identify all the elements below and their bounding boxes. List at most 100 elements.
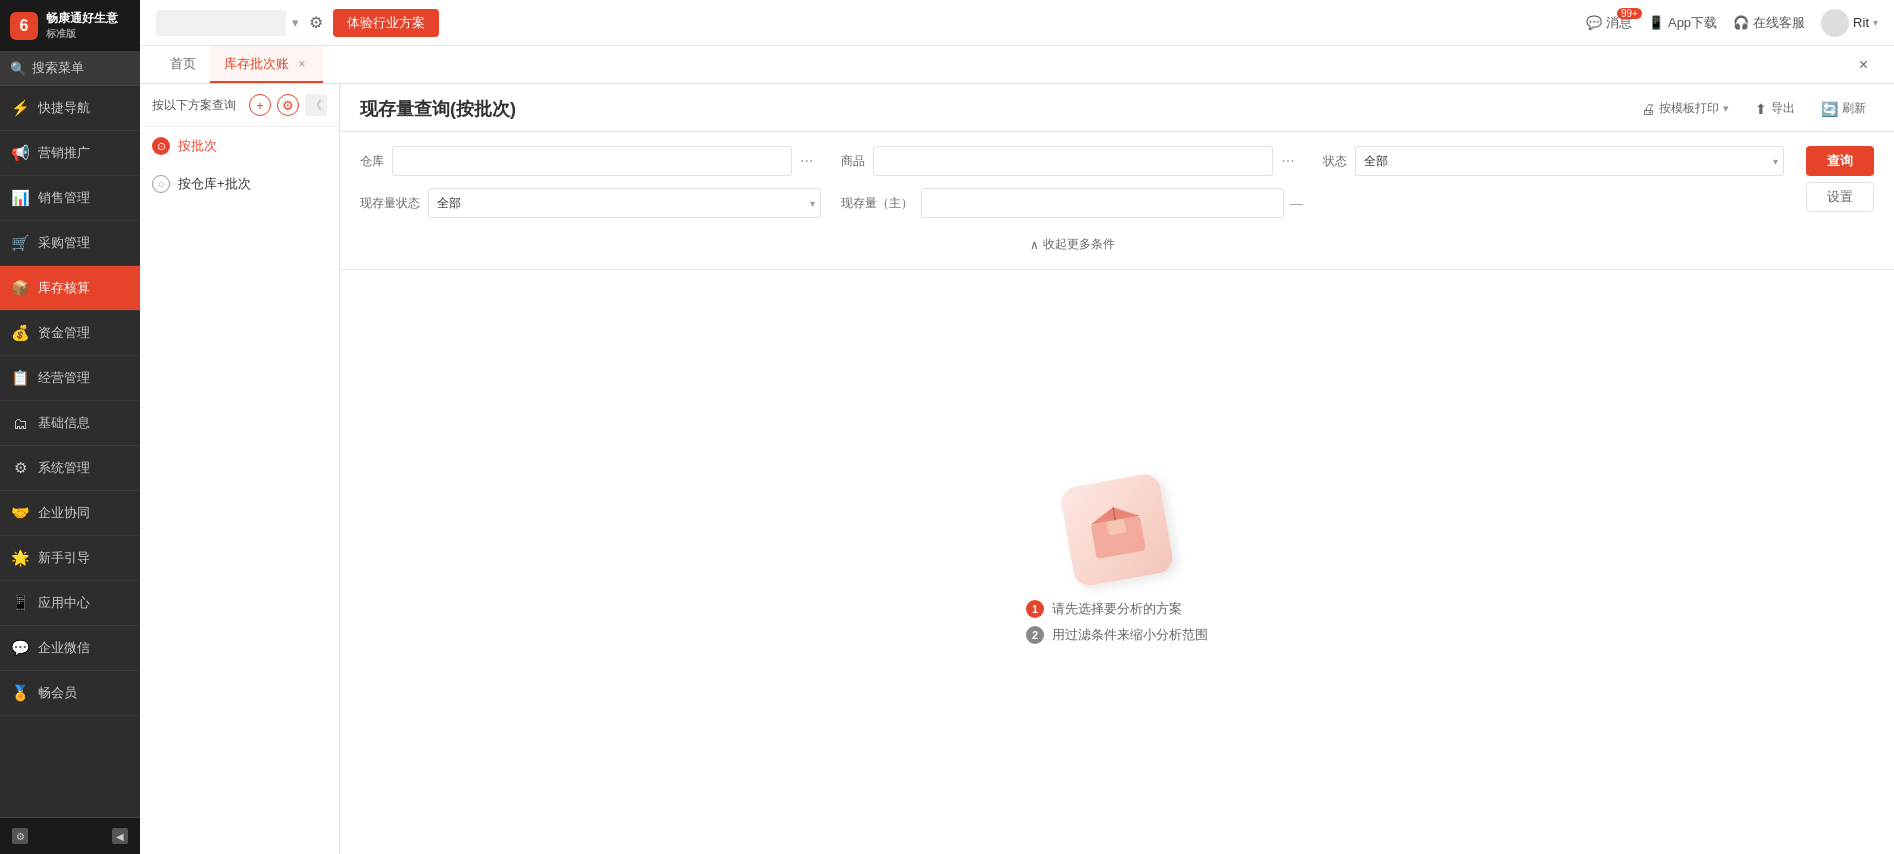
right-panel: 现存量查询(按批次) 🖨 按模板打印 ▾ ⬆ 导出 🔄 刷新 (340, 84, 1894, 854)
marketing-icon: 📢 (10, 143, 30, 163)
product-label: 商品 (841, 153, 865, 170)
sidebar-item-sales[interactable]: 📊 销售管理 (0, 176, 140, 221)
empty-tips: 1 请先选择要分析的方案 2 用过滤条件来缩小分析范围 (1026, 600, 1208, 644)
sidebar-item-label: 企业协同 (38, 504, 90, 522)
filter-area: 仓库 ··· 商品 ··· (340, 132, 1894, 270)
sidebar-item-member[interactable]: 🏅 畅会员 (0, 671, 140, 716)
sidebar-item-basic[interactable]: 🗂 基础信息 (0, 401, 140, 446)
app-download-action[interactable]: 📱 App下载 (1648, 14, 1717, 32)
set-button[interactable]: 设置 (1806, 182, 1874, 212)
inventory-qty-label: 现存量（主） (841, 195, 913, 212)
scheme-item-warehouse-batch[interactable]: ○ 按仓库+批次 (140, 165, 339, 203)
sidebar-item-label: 经营管理 (38, 369, 90, 387)
appcenter-icon: 📱 (10, 593, 30, 613)
scheme-settings-button[interactable]: ⚙ (277, 94, 299, 116)
topbar-search-input[interactable] (156, 10, 286, 36)
product-input[interactable] (873, 146, 1273, 176)
query-button[interactable]: 查询 (1806, 146, 1874, 176)
scroll-down-btn[interactable]: ◀ (112, 828, 128, 844)
refresh-button[interactable]: 🔄 刷新 (1813, 96, 1874, 121)
sidebar-item-label: 快捷导航 (38, 99, 90, 117)
sidebar-header: 6 畅康通好生意 标准版 (0, 0, 140, 51)
left-panel-actions: + ⚙ 《 (249, 94, 327, 116)
print-button[interactable]: 🖨 按模板打印 ▾ (1633, 96, 1737, 121)
add-scheme-button[interactable]: + (249, 94, 271, 116)
tab-close-icon[interactable]: × (295, 57, 309, 71)
print-icon: 🖨 (1641, 101, 1655, 117)
sidebar-item-wechat[interactable]: 💬 企业微信 (0, 626, 140, 671)
sidebar-item-inventory[interactable]: 📦 库存核算 (0, 266, 140, 311)
panel-collapse-button[interactable]: 《 (305, 94, 327, 116)
filter-collapse-row[interactable]: ∧ 收起更多条件 (360, 230, 1784, 255)
tip-1-text: 请先选择要分析的方案 (1052, 600, 1182, 618)
filter-buttons: 查询 设置 (1806, 146, 1874, 212)
topbar-dropdown-icon[interactable]: ▾ (292, 15, 299, 30)
purchase-icon: 🛒 (10, 233, 30, 253)
online-service-action[interactable]: 🎧 在线客服 (1733, 14, 1805, 32)
scheme-label-batch: 按批次 (178, 137, 217, 155)
trial-industry-button[interactable]: 体验行业方案 (333, 9, 439, 37)
status-field: 状态 全部 正常 停用 ▾ (1323, 146, 1784, 176)
filter-row-1: 仓库 ··· 商品 ··· (360, 146, 1784, 176)
left-panel-header: 按以下方案查询 + ⚙ 《 (140, 84, 339, 127)
user-dropdown-icon: ▾ (1873, 17, 1878, 28)
sidebar-item-operation[interactable]: 📋 经营管理 (0, 356, 140, 401)
message-icon: 💬 (1586, 15, 1602, 30)
sidebar-search-menu[interactable]: 🔍 搜索菜单 (0, 51, 140, 86)
page-title: 现存量查询(按批次) (360, 97, 516, 131)
topbar-actions: 💬 消息 99+ 📱 App下载 🎧 在线客服 Rit ▾ (1586, 9, 1878, 37)
inventory-status-label: 现存量状态 (360, 195, 420, 212)
print-dropdown-icon[interactable]: ▾ (1723, 102, 1729, 115)
warehouse-input[interactable] (392, 146, 792, 176)
sidebar-item-label: 库存核算 (38, 279, 90, 297)
topbar-search-area: ▾ (156, 10, 299, 36)
sidebar-item-label: 新手引导 (38, 549, 90, 567)
product-dots[interactable]: ··· (1273, 152, 1302, 170)
sidebar-item-newbie[interactable]: 🌟 新手引导 (0, 536, 140, 581)
range-dash: — (1290, 196, 1303, 211)
system-icon: ⚙ (10, 458, 30, 478)
sidebar-item-system[interactable]: ⚙ 系统管理 (0, 446, 140, 491)
export-button[interactable]: ⬆ 导出 (1747, 96, 1803, 121)
warehouse-dots[interactable]: ··· (792, 152, 821, 170)
sidebar-item-enterprise[interactable]: 🤝 企业协同 (0, 491, 140, 536)
inventory-qty-range: — (921, 188, 1302, 218)
tab-home[interactable]: 首页 (156, 46, 210, 83)
inventory-qty-start[interactable] (921, 188, 1283, 218)
finance-icon: 💰 (10, 323, 30, 343)
sidebar-item-label: 企业微信 (38, 639, 90, 657)
sidebar-item-quicknav[interactable]: ⚡ 快捷导航 (0, 86, 140, 131)
status-select[interactable]: 全部 正常 停用 (1355, 146, 1784, 176)
messages-action[interactable]: 💬 消息 99+ (1586, 14, 1632, 32)
page-close-button[interactable]: × (1849, 56, 1878, 74)
sales-icon: 📊 (10, 188, 30, 208)
tip-num-2: 2 (1026, 626, 1044, 644)
left-panel: 按以下方案查询 + ⚙ 《 ⊙ 按批次 ○ 按仓库+批次 (140, 84, 340, 854)
sidebar-item-finance[interactable]: 💰 资金管理 (0, 311, 140, 356)
app-title-area: 畅康通好生意 标准版 (46, 10, 118, 41)
empty-state: 1 请先选择要分析的方案 2 用过滤条件来缩小分析范围 (340, 270, 1894, 854)
sidebar-footer: ⚙ ◀ (0, 817, 140, 854)
status-select-wrapper: 全部 正常 停用 ▾ (1355, 146, 1784, 176)
empty-tip-2: 2 用过滤条件来缩小分析范围 (1026, 626, 1208, 644)
empty-icon-area (1067, 480, 1167, 580)
sidebar-item-purchase[interactable]: 🛒 采购管理 (0, 221, 140, 266)
sidebar-item-appcenter[interactable]: 📱 应用中心 (0, 581, 140, 626)
topbar-settings-icon[interactable]: ⚙ (309, 13, 323, 32)
tab-inventory-batch[interactable]: 库存批次账 × (210, 46, 323, 83)
sidebar-nav: ⚡ 快捷导航 📢 营销推广 📊 销售管理 🛒 采购管理 📦 库存核算 💰 资金管… (0, 86, 140, 817)
refresh-icon: 🔄 (1821, 101, 1838, 117)
left-panel-title: 按以下方案查询 (152, 97, 236, 114)
export-icon: ⬆ (1755, 101, 1767, 117)
empty-box-svg (1076, 489, 1157, 570)
username-label: Rit (1853, 15, 1869, 30)
warehouse-label: 仓库 (360, 153, 384, 170)
scroll-up-btn[interactable]: ⚙ (12, 828, 28, 844)
sidebar-item-marketing[interactable]: 📢 营销推广 (0, 131, 140, 176)
scheme-item-batch[interactable]: ⊙ 按批次 (140, 127, 339, 165)
title-actions: 🖨 按模板打印 ▾ ⬆ 导出 🔄 刷新 (1633, 96, 1874, 131)
tab-home-label: 首页 (170, 55, 196, 73)
inventory-status-select[interactable]: 全部 有库存 无库存 (428, 188, 821, 218)
user-avatar-action[interactable]: Rit ▾ (1821, 9, 1878, 37)
quicknav-icon: ⚡ (10, 98, 30, 118)
